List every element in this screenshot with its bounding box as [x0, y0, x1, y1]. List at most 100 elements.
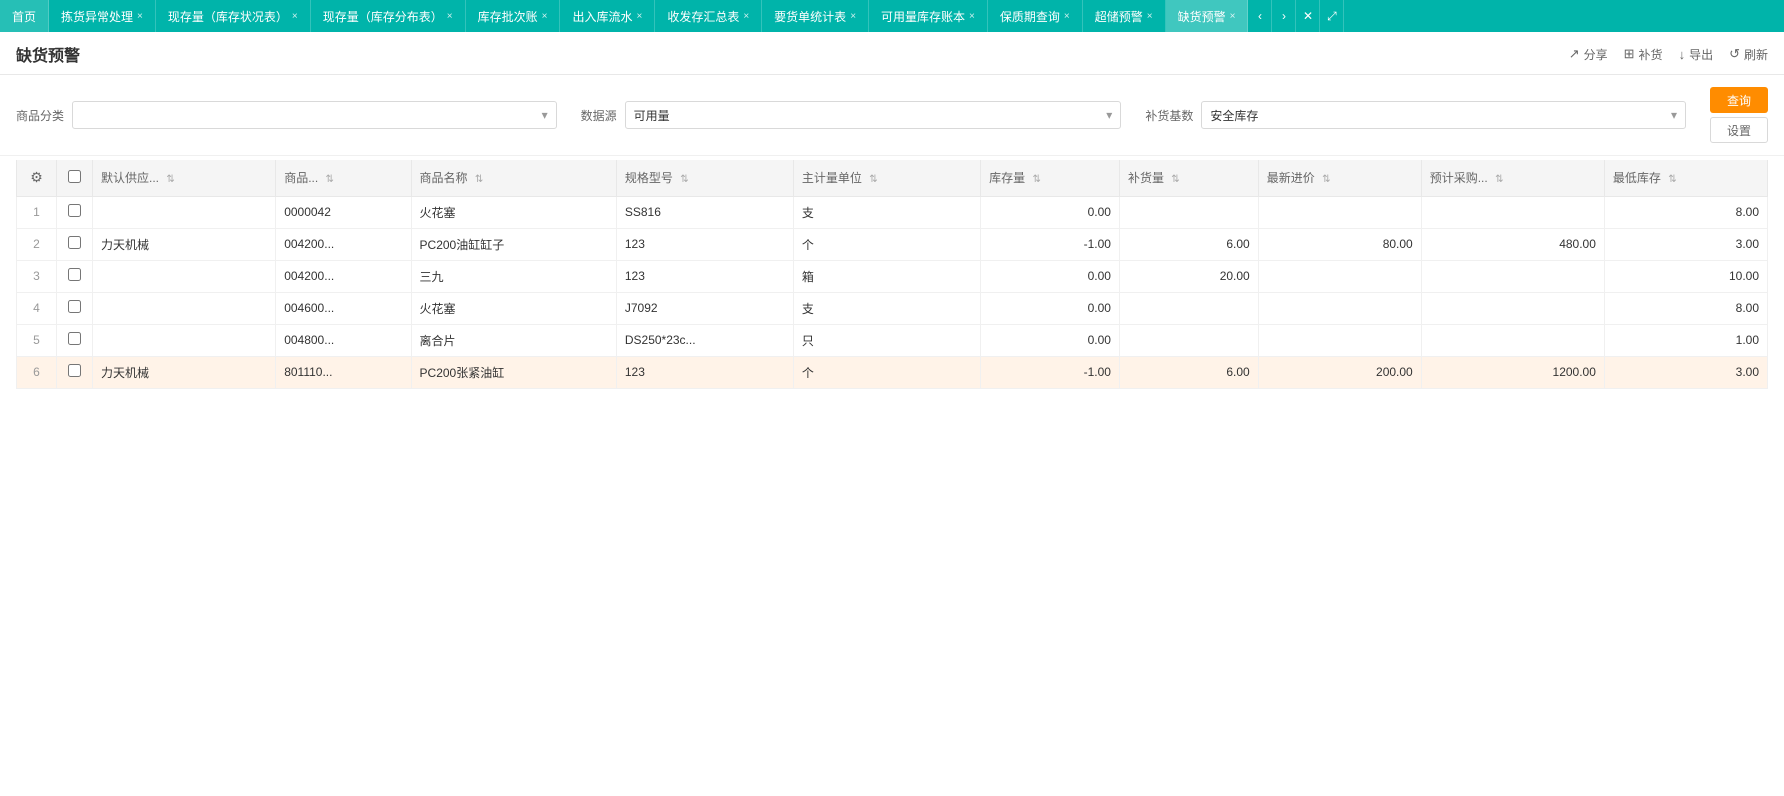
row-check-1[interactable] — [57, 228, 93, 260]
close-tab-2[interactable]: × — [292, 11, 298, 22]
replenish-button[interactable]: ⊞ 补货 — [1624, 46, 1663, 63]
row-goods-code-2: 004200... — [276, 260, 411, 292]
gear-icon[interactable]: ⚙ — [30, 169, 43, 185]
row-unit-4: 只 — [793, 324, 980, 356]
row-check-5[interactable] — [57, 356, 93, 388]
close-tab-3[interactable]: × — [447, 11, 453, 22]
nav-tab-home[interactable]: 首页 — [0, 0, 49, 32]
header-actions: ↗ 分享 ⊞ 补货 ↓ 导出 ↺ 刷新 — [1569, 46, 1768, 63]
settings-button[interactable]: 设置 — [1710, 117, 1768, 143]
row-checkbox-3[interactable] — [68, 300, 81, 313]
col-goods-name[interactable]: 商品名称 ⇅ — [411, 160, 616, 196]
col-unit[interactable]: 主计量单位 ⇅ — [793, 160, 980, 196]
row-goods-name-3: 火花塞 — [411, 292, 616, 324]
row-unit-0: 支 — [793, 196, 980, 228]
row-checkbox-1[interactable] — [68, 236, 81, 249]
page-header: 缺货预警 ↗ 分享 ⊞ 补货 ↓ 导出 ↺ 刷新 — [0, 32, 1784, 75]
replenish-base-label: 补货基数 — [1145, 107, 1193, 124]
close-tab-6[interactable]: × — [743, 11, 749, 22]
col-spec[interactable]: 规格型号 ⇅ — [616, 160, 793, 196]
close-tab-4[interactable]: × — [542, 11, 548, 22]
row-unit-3: 支 — [793, 292, 980, 324]
col-replenish[interactable]: 补货量 ⇅ — [1119, 160, 1258, 196]
col-setting[interactable]: ⚙ — [17, 160, 57, 196]
category-select[interactable] — [72, 101, 557, 129]
nav-tab-3[interactable]: 现存量（库存分布表） × — [311, 0, 466, 32]
nav-tab-6[interactable]: 收发存汇总表 × — [655, 0, 762, 32]
row-checkbox-5[interactable] — [68, 364, 81, 377]
row-check-0[interactable] — [57, 196, 93, 228]
close-tab-11[interactable]: × — [1230, 11, 1236, 22]
select-all-checkbox[interactable] — [68, 170, 81, 183]
row-checkbox-4[interactable] — [68, 332, 81, 345]
nav-tab-4[interactable]: 库存批次账 × — [466, 0, 561, 32]
close-tab-7[interactable]: × — [850, 11, 856, 22]
table-row: 6 力天机械 801110... PC200张紧油缸 123 个 -1.00 6… — [17, 356, 1768, 388]
nav-tab-7[interactable]: 要货单统计表 × — [762, 0, 869, 32]
row-checkbox-0[interactable] — [68, 204, 81, 217]
nav-tab-1[interactable]: 拣货异常处理 × — [49, 0, 156, 32]
row-latest-price-5: 200.00 — [1258, 356, 1421, 388]
row-check-3[interactable] — [57, 292, 93, 324]
nav-prev-arrow[interactable]: ‹ — [1248, 0, 1272, 32]
table-body: 1 0000042 火花塞 SS816 支 0.00 8.00 2 力天机械 0… — [17, 196, 1768, 388]
datasource-select[interactable]: 可用量 — [625, 101, 1122, 129]
refresh-icon: ↺ — [1729, 46, 1740, 62]
close-tab-1[interactable]: × — [137, 11, 143, 22]
row-replenish-1: 6.00 — [1119, 228, 1258, 260]
row-supplier-1: 力天机械 — [93, 228, 276, 260]
row-latest-price-1: 80.00 — [1258, 228, 1421, 260]
table-row: 4 004600... 火花塞 J7092 支 0.00 8.00 — [17, 292, 1768, 324]
nav-close-arrow[interactable]: ✕ — [1296, 0, 1320, 32]
row-supplier-4 — [93, 324, 276, 356]
col-goods-code[interactable]: 商品... ⇅ — [276, 160, 411, 196]
row-goods-name-4: 离合片 — [411, 324, 616, 356]
col-min-stock[interactable]: 最低库存 ⇅ — [1604, 160, 1767, 196]
query-button[interactable]: 查询 — [1710, 87, 1768, 113]
col-stock[interactable]: 库存量 ⇅ — [981, 160, 1120, 196]
col-latest-price[interactable]: 最新进价 ⇅ — [1258, 160, 1421, 196]
nav-expand-arrow[interactable]: ⤢ — [1320, 0, 1344, 32]
row-forecast-5: 1200.00 — [1421, 356, 1604, 388]
replenish-base-value: 安全库存 — [1210, 107, 1258, 124]
nav-tab-9[interactable]: 保质期查询 × — [988, 0, 1083, 32]
row-spec-3: J7092 — [616, 292, 793, 324]
row-num-1: 2 — [17, 228, 57, 260]
row-goods-name-0: 火花塞 — [411, 196, 616, 228]
row-forecast-1: 480.00 — [1421, 228, 1604, 260]
row-latest-price-4 — [1258, 324, 1421, 356]
row-stock-4: 0.00 — [981, 324, 1120, 356]
filter-category: 商品分类 — [16, 101, 557, 129]
row-num-2: 3 — [17, 260, 57, 292]
share-icon: ↗ — [1569, 46, 1580, 62]
nav-next-arrow[interactable]: › — [1272, 0, 1296, 32]
goods-code-sort-icon: ⇅ — [326, 174, 334, 185]
export-icon: ↓ — [1679, 47, 1686, 62]
close-tab-10[interactable]: × — [1147, 11, 1153, 22]
top-nav: 首页 拣货异常处理 × 现存量（库存状况表） × 现存量（库存分布表） × 库存… — [0, 0, 1784, 32]
nav-tab-2[interactable]: 现存量（库存状况表） × — [156, 0, 311, 32]
row-check-4[interactable] — [57, 324, 93, 356]
row-num-3: 4 — [17, 292, 57, 324]
row-checkbox-2[interactable] — [68, 268, 81, 281]
nav-tab-8[interactable]: 可用量库存账本 × — [869, 0, 988, 32]
col-forecast[interactable]: 预计采购... ⇅ — [1421, 160, 1604, 196]
replenish-base-chevron-icon — [1671, 108, 1677, 122]
row-stock-3: 0.00 — [981, 292, 1120, 324]
export-button[interactable]: ↓ 导出 — [1679, 46, 1714, 63]
refresh-button[interactable]: ↺ 刷新 — [1729, 46, 1768, 63]
nav-tab-11[interactable]: 缺货预警 × — [1166, 0, 1249, 32]
share-button[interactable]: ↗ 分享 — [1569, 46, 1608, 63]
col-supplier[interactable]: 默认供应... ⇅ — [93, 160, 276, 196]
replenish-base-select[interactable]: 安全库存 — [1201, 101, 1686, 129]
nav-tab-10[interactable]: 超储预警 × — [1083, 0, 1166, 32]
unit-sort-icon: ⇅ — [869, 174, 877, 185]
main-area: 缺货预警 ↗ 分享 ⊞ 补货 ↓ 导出 ↺ 刷新 商品分类 — [0, 32, 1784, 796]
nav-tab-5[interactable]: 出入库流水 × — [560, 0, 655, 32]
close-tab-8[interactable]: × — [969, 11, 975, 22]
close-tab-5[interactable]: × — [636, 11, 642, 22]
row-goods-code-4: 004800... — [276, 324, 411, 356]
close-tab-9[interactable]: × — [1064, 11, 1070, 22]
row-supplier-0 — [93, 196, 276, 228]
row-check-2[interactable] — [57, 260, 93, 292]
